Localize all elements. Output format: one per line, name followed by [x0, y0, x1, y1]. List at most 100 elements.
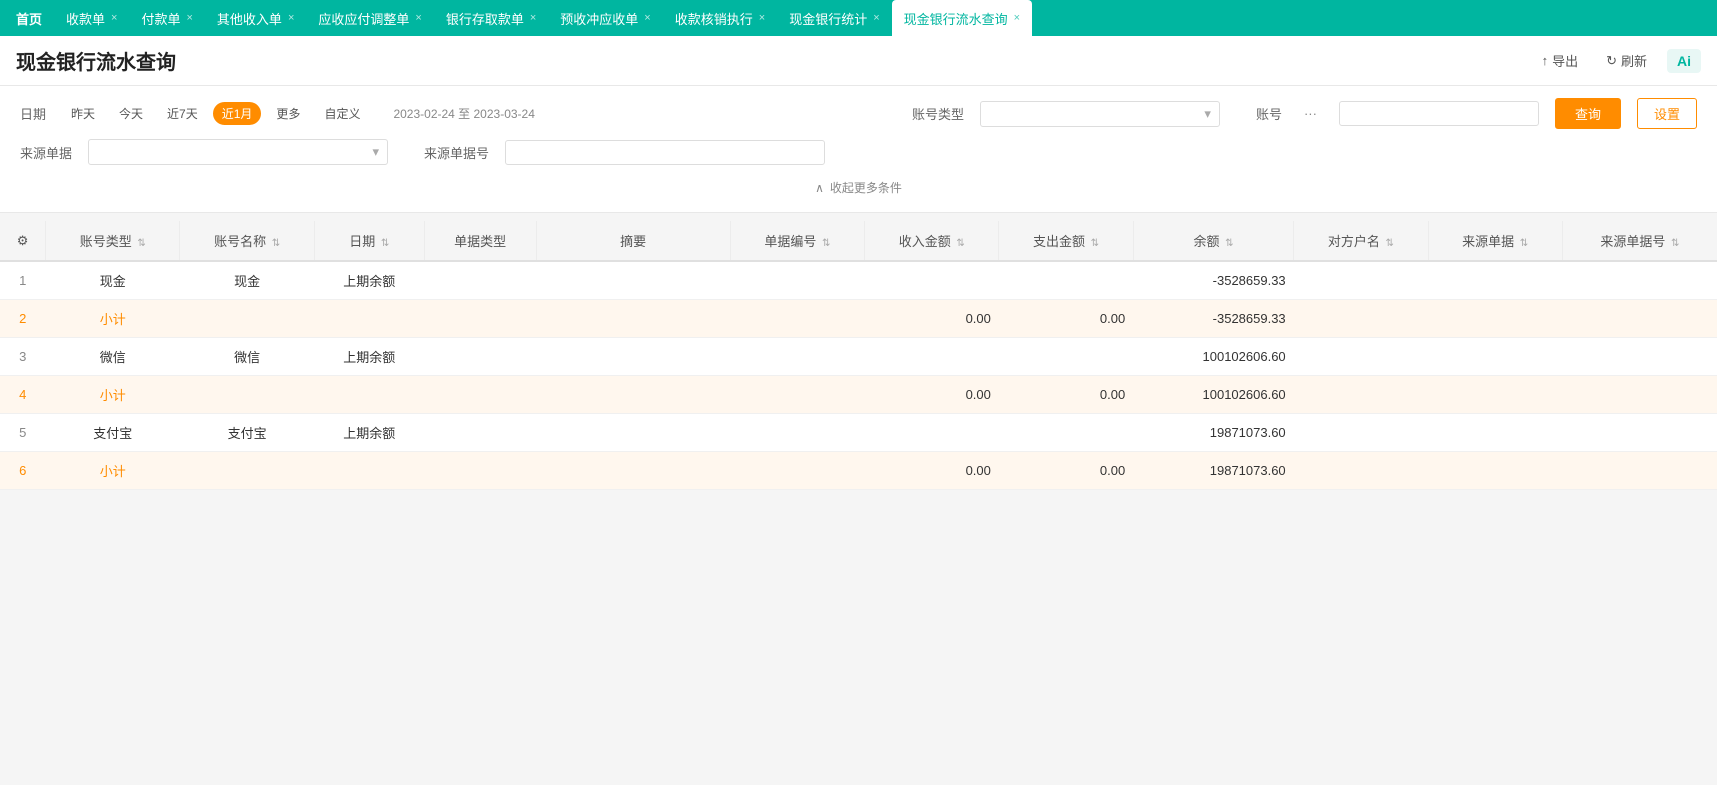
col-income[interactable]: 收入金额 ⇅	[865, 221, 999, 261]
dropdown-icon: ▾	[372, 144, 379, 160]
row-number: 3	[0, 338, 46, 376]
nav-item-other-income[interactable]: 其他收入单 ×	[205, 0, 306, 36]
nav-item-cash-flow-query[interactable]: 现金银行流水查询 ×	[892, 0, 1032, 36]
collapse-bar[interactable]: ∧ 收起更多条件	[20, 175, 1697, 200]
date-btn-yesterday[interactable]: 昨天	[62, 102, 104, 125]
filter-row-2: 来源单据 ▾ 来源单据号	[20, 139, 1697, 165]
table-row: 6 小计 0.00 0.00 19871073.60	[0, 452, 1717, 490]
cell-source-doc-no	[1562, 376, 1717, 414]
table-header-row: ⚙ 账号类型 ⇅ 账号名称 ⇅ 日期 ⇅ 单据类型 摘要 单据编号 ⇅ 收入金额…	[0, 221, 1717, 261]
close-icon[interactable]: ×	[759, 12, 765, 24]
ai-button[interactable]: Ai	[1667, 49, 1701, 73]
cell-summary	[536, 261, 730, 300]
close-icon[interactable]: ×	[186, 12, 192, 24]
row-number: 4	[0, 376, 46, 414]
date-btn-custom[interactable]: 自定义	[315, 102, 369, 125]
col-gear[interactable]: ⚙	[0, 221, 46, 261]
dropdown-icon: ▾	[1204, 106, 1211, 122]
row-number: 2	[0, 300, 46, 338]
cell-income	[865, 261, 999, 300]
close-icon[interactable]: ×	[530, 12, 536, 24]
export-icon: ↑	[1542, 53, 1549, 68]
nav-item-payment[interactable]: 付款单 ×	[129, 0, 204, 36]
cell-counterparty	[1294, 261, 1428, 300]
cell-source-doc-no	[1562, 414, 1717, 452]
query-button[interactable]: 查询	[1555, 98, 1621, 129]
date-btn-more[interactable]: 更多	[267, 102, 309, 125]
source-doc-no-input[interactable]	[505, 140, 825, 165]
col-summary[interactable]: 摘要	[536, 221, 730, 261]
col-account-name[interactable]: 账号名称 ⇅	[180, 221, 314, 261]
cell-income: 0.00	[865, 452, 999, 490]
col-expense[interactable]: 支出金额 ⇅	[999, 221, 1133, 261]
close-icon[interactable]: ×	[415, 12, 421, 24]
account-type-select[interactable]: ▾	[980, 101, 1220, 127]
cell-doc-type	[424, 261, 536, 300]
page-title: 现金银行流水查询	[16, 46, 176, 75]
col-source-doc[interactable]: 来源单据 ⇅	[1428, 221, 1562, 261]
export-button[interactable]: ↑ 导出	[1534, 47, 1587, 74]
cell-account-name: 支付宝	[180, 414, 314, 452]
cell-date	[314, 452, 424, 490]
cell-account-type: 小计	[46, 376, 180, 414]
cell-summary	[536, 300, 730, 338]
cell-counterparty	[1294, 414, 1428, 452]
cell-source-doc-no	[1562, 261, 1717, 300]
cell-summary	[536, 338, 730, 376]
col-source-doc-no[interactable]: 来源单据号 ⇅	[1562, 221, 1717, 261]
cell-doc-no	[730, 261, 864, 300]
cell-income: 0.00	[865, 300, 999, 338]
nav-item-prepay-offset[interactable]: 预收冲应收单 ×	[548, 0, 662, 36]
cell-income: 0.00	[865, 376, 999, 414]
nav-item-ar-ap-adj[interactable]: 应收应付调整单 ×	[306, 0, 433, 36]
account-input[interactable]	[1339, 101, 1539, 126]
cell-doc-type	[424, 300, 536, 338]
nav-item-home[interactable]: 首页	[4, 0, 54, 36]
account-label: 账号	[1256, 104, 1282, 123]
col-doc-type[interactable]: 单据类型	[424, 221, 536, 261]
refresh-button[interactable]: ↻ 刷新	[1598, 47, 1655, 74]
sort-icon: ⇅	[381, 238, 389, 249]
cell-date	[314, 376, 424, 414]
col-date[interactable]: 日期 ⇅	[314, 221, 424, 261]
cell-expense	[999, 338, 1133, 376]
col-counterparty[interactable]: 对方户名 ⇅	[1294, 221, 1428, 261]
col-account-type[interactable]: 账号类型 ⇅	[46, 221, 180, 261]
account-ellipsis-button[interactable]: ···	[1298, 102, 1323, 125]
close-icon[interactable]: ×	[644, 12, 650, 24]
cell-expense: 0.00	[999, 300, 1133, 338]
col-balance[interactable]: 余额 ⇅	[1133, 221, 1293, 261]
nav-item-receipt-verify[interactable]: 收款核销执行 ×	[663, 0, 777, 36]
date-btn-today[interactable]: 今天	[110, 102, 152, 125]
nav-item-bank-deposit[interactable]: 银行存取款单 ×	[434, 0, 548, 36]
cell-date: 上期余额	[314, 261, 424, 300]
date-btn-1month[interactable]: 近1月	[213, 102, 262, 125]
nav-item-cash-stats[interactable]: 现金银行统计 ×	[777, 0, 891, 36]
cell-account-type: 现金	[46, 261, 180, 300]
close-icon[interactable]: ×	[111, 12, 117, 24]
cell-balance: -3528659.33	[1133, 300, 1293, 338]
cell-source-doc-no	[1562, 452, 1717, 490]
source-doc-select[interactable]: ▾	[88, 139, 388, 165]
sort-icon: ⇅	[1225, 238, 1233, 249]
close-icon[interactable]: ×	[1014, 12, 1020, 24]
nav-item-receipt[interactable]: 收款单 ×	[54, 0, 129, 36]
date-btn-7days[interactable]: 近7天	[158, 102, 207, 125]
close-icon[interactable]: ×	[288, 12, 294, 24]
cell-date: 上期余额	[314, 414, 424, 452]
row-number: 5	[0, 414, 46, 452]
close-icon[interactable]: ×	[873, 12, 879, 24]
cell-source-doc	[1428, 300, 1562, 338]
cell-balance: 100102606.60	[1133, 338, 1293, 376]
cell-balance: 19871073.60	[1133, 452, 1293, 490]
cell-doc-type	[424, 414, 536, 452]
sort-icon: ⇅	[137, 238, 145, 249]
cell-counterparty	[1294, 300, 1428, 338]
table-wrapper: ⚙ 账号类型 ⇅ 账号名称 ⇅ 日期 ⇅ 单据类型 摘要 单据编号 ⇅ 收入金额…	[0, 221, 1717, 490]
col-doc-no[interactable]: 单据编号 ⇅	[730, 221, 864, 261]
date-range-display: 2023-02-24 至 2023-03-24	[393, 107, 534, 121]
cell-expense: 0.00	[999, 452, 1133, 490]
cell-source-doc	[1428, 414, 1562, 452]
sort-icon: ⇅	[1091, 238, 1099, 249]
settings-button[interactable]: 设置	[1637, 98, 1697, 129]
